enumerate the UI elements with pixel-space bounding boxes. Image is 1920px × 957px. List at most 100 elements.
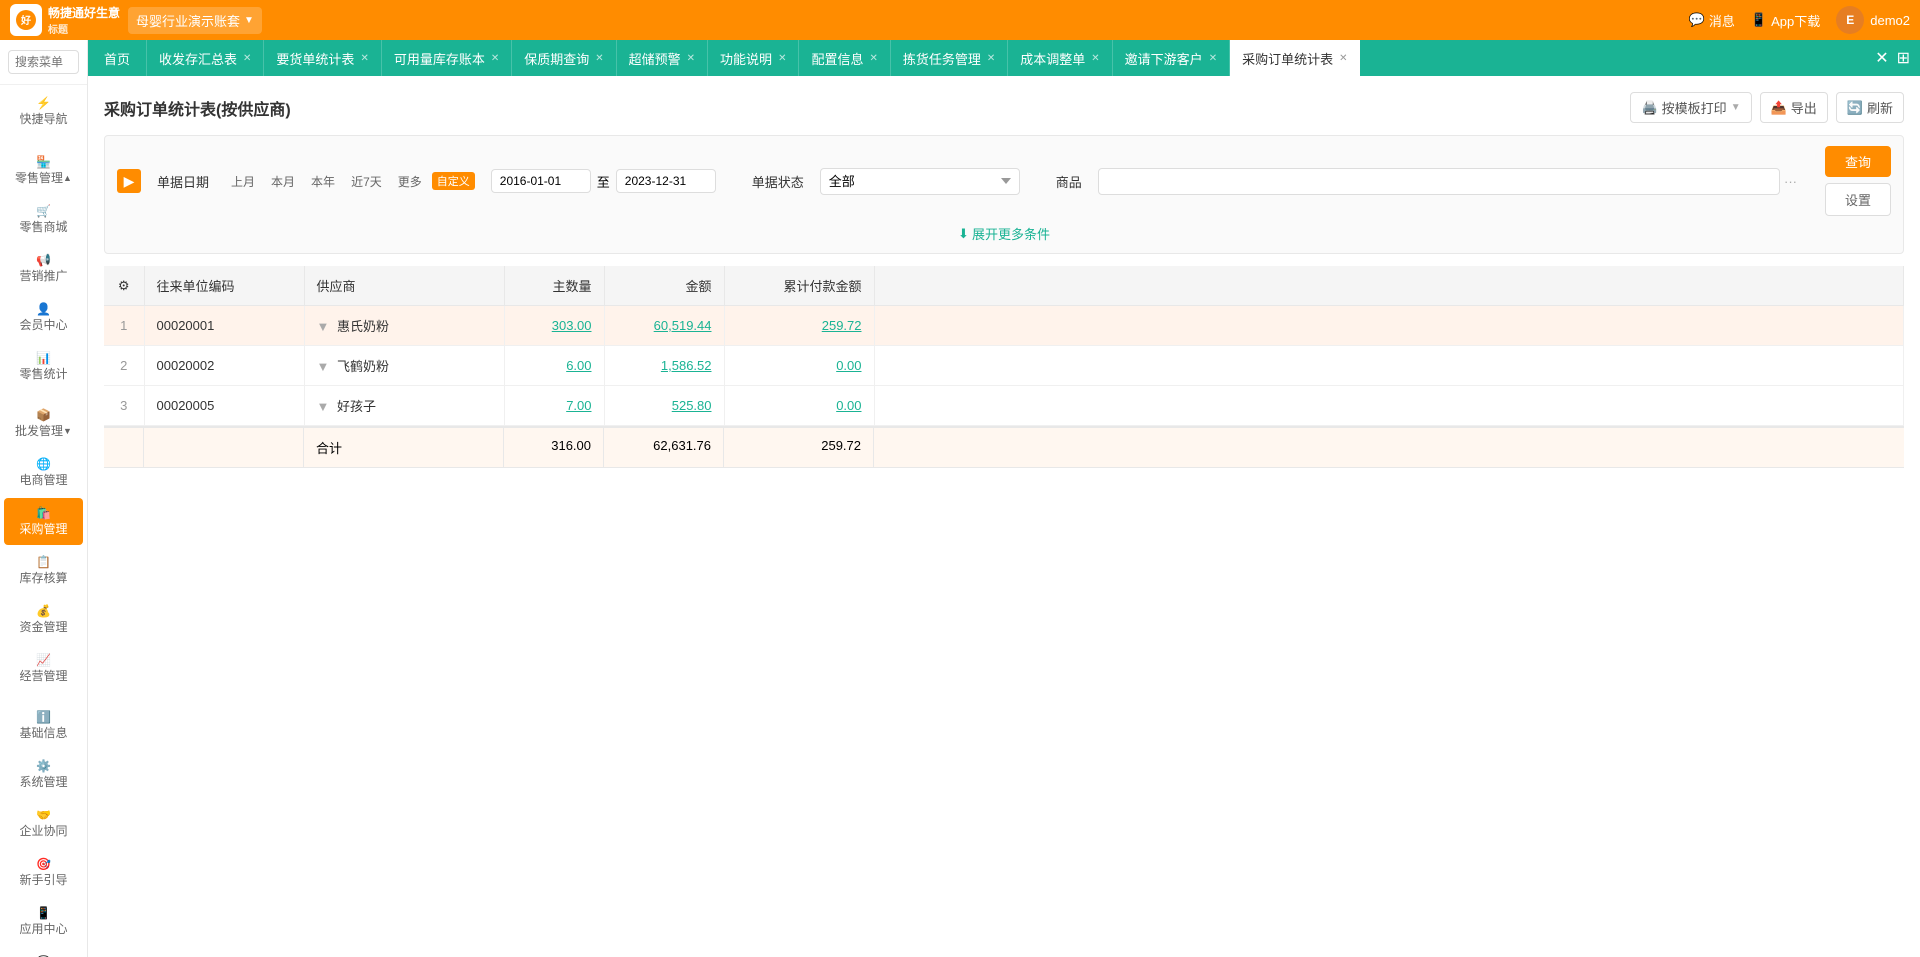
tab-available-close[interactable]: ✕	[491, 53, 499, 64]
tab-function-desc[interactable]: 功能说明 ✕	[708, 40, 799, 76]
workspace-selector[interactable]: 母婴行业演示账套 ▼	[128, 7, 262, 34]
search-input[interactable]	[8, 50, 79, 74]
sidebar-item-app-center[interactable]: 📱 应用中心	[4, 898, 83, 945]
footer-spacer	[874, 428, 1904, 467]
cell-amount-1[interactable]: 1,586.52	[604, 346, 724, 386]
sidebar-item-retail-stats[interactable]: 📊 零售统计	[4, 343, 83, 390]
query-button[interactable]: 查询	[1825, 146, 1891, 177]
app-download-btn[interactable]: 📱 App下载	[1751, 11, 1820, 30]
status-select[interactable]: 全部 待审核 已审核	[820, 168, 1020, 195]
tab-overstock-label: 超储预警	[629, 49, 681, 68]
nav-close-icon[interactable]: ✕	[1875, 48, 1888, 68]
print-button[interactable]: 🖨️ 按模板打印 ▼	[1630, 92, 1751, 123]
cell-qty-2[interactable]: 7.00	[504, 386, 604, 426]
date-from-input[interactable]	[491, 169, 591, 193]
supplier-expand-icon-2[interactable]: ▼	[317, 399, 330, 414]
tab-function-close[interactable]: ✕	[778, 53, 786, 64]
filter-toggle-button[interactable]: ▶	[117, 169, 141, 193]
supplier-expand-icon-1[interactable]: ▼	[317, 359, 330, 374]
shortcut-7days[interactable]: 近7天	[345, 171, 388, 192]
sidebar-item-new-guide[interactable]: 🎯 新手引导	[4, 849, 83, 896]
cell-qty-1[interactable]: 6.00	[504, 346, 604, 386]
cell-idx-0: 1	[104, 306, 144, 346]
tab-receive-close[interactable]: ✕	[243, 53, 251, 64]
export-button[interactable]: 📤 导出	[1760, 92, 1828, 123]
tab-picking-task[interactable]: 拣货任务管理 ✕	[891, 40, 1008, 76]
workspace-dropdown-icon: ▼	[244, 15, 254, 26]
sidebar-item-sys-mgmt[interactable]: ⚙️ 系统管理	[4, 751, 83, 798]
tab-overstock[interactable]: 超储预警 ✕	[617, 40, 708, 76]
sidebar-item-retail-mall[interactable]: 🛒 零售商城	[4, 196, 83, 243]
tab-warranty[interactable]: 保质期查询 ✕	[512, 40, 616, 76]
sidebar-item-enterprise-wechat[interactable]: 💬 企业微信	[4, 947, 83, 957]
filter-row-1: ▶ 单据日期 上月 本月 本年 近7天 更多 自定义	[117, 146, 1891, 216]
sidebar-item-purchase-mgmt[interactable]: 🛍️ 采购管理	[4, 498, 83, 545]
tab-cost-close[interactable]: ✕	[1091, 53, 1099, 64]
sidebar-item-wholesale[interactable]: 📦 批发管理 ▼	[4, 400, 83, 447]
print-icon: 🖨️	[1641, 100, 1657, 116]
cell-paid-2[interactable]: 0.00	[724, 386, 874, 426]
sidebar-item-finance[interactable]: 💰 资金管理	[4, 596, 83, 643]
shortcut-more[interactable]: 更多	[392, 171, 428, 192]
goods-more-btn[interactable]: ···	[1784, 174, 1797, 189]
goods-input[interactable]	[1098, 168, 1780, 195]
cell-qty-0[interactable]: 303.00	[504, 306, 604, 346]
custom-date-badge[interactable]: 自定义	[432, 172, 475, 190]
expand-button[interactable]: ⬇ 展开更多条件	[958, 224, 1050, 243]
shortcut-this-year[interactable]: 本年	[305, 171, 341, 192]
cell-supplier-1: ▼ 飞鹤奶粉	[304, 346, 504, 386]
tab-home[interactable]: 首页	[88, 40, 147, 76]
tab-cost-adjust[interactable]: 成本调整单 ✕	[1008, 40, 1112, 76]
cell-amount-2[interactable]: 525.80	[604, 386, 724, 426]
tab-purchase-close[interactable]: ✕	[1339, 53, 1347, 64]
tab-invite[interactable]: 邀请下游客户 ✕	[1113, 40, 1230, 76]
logo-area: 好 畅捷通好生意 标题	[10, 4, 120, 36]
tab-cost-label: 成本调整单	[1020, 49, 1085, 68]
tab-config-close[interactable]: ✕	[869, 53, 877, 64]
sidebar-item-enterprise-collab[interactable]: 🤝 企业协同	[4, 800, 83, 847]
user-avatar[interactable]: E demo2	[1836, 6, 1910, 34]
shortcut-last-month[interactable]: 上月	[225, 171, 261, 192]
tab-picking-close[interactable]: ✕	[987, 53, 995, 64]
sidebar-item-quick-nav[interactable]: ⚡ 快捷导航	[4, 86, 83, 137]
tab-receive-summary[interactable]: 收发存汇总表 ✕	[147, 40, 264, 76]
workspace-label: 母婴行业演示账套	[136, 11, 240, 30]
cell-paid-0[interactable]: 259.72	[724, 306, 874, 346]
tab-config-info[interactable]: 配置信息 ✕	[799, 40, 890, 76]
cell-code-0: 00020001	[144, 306, 304, 346]
tab-picking-label: 拣货任务管理	[903, 49, 981, 68]
message-btn[interactable]: 💬 消息	[1689, 11, 1735, 30]
sidebar-item-member-center[interactable]: 👤 会员中心	[4, 294, 83, 341]
nav-expand-icon[interactable]: ⊞	[1897, 48, 1910, 68]
shortcut-this-month[interactable]: 本月	[265, 171, 301, 192]
tab-available-inventory[interactable]: 可用量库存账本 ✕	[382, 40, 512, 76]
tab-purchase-summary[interactable]: 采购订单统计表 ✕	[1230, 40, 1360, 76]
date-separator: 至	[597, 172, 610, 191]
sidebar-item-ops[interactable]: 📈 经营管理	[4, 645, 83, 692]
sidebar-item-basic-info[interactable]: ℹ️ 基础信息	[4, 702, 83, 749]
sidebar: ⚡ 快捷导航 🏪 零售管理 ▲ 🛒 零售商城 📢 营销推广 👤 会员中心 📊 零…	[0, 40, 88, 957]
sidebar-item-ecommerce[interactable]: 🌐 电商管理	[4, 449, 83, 496]
ecommerce-icon: 🌐	[8, 457, 79, 471]
supplier-expand-icon-0[interactable]: ▼	[317, 319, 330, 334]
tab-requisition-close[interactable]: ✕	[360, 53, 368, 64]
refresh-button[interactable]: 🔄 刷新	[1836, 92, 1904, 123]
tab-requisition[interactable]: 要货单统计表 ✕	[264, 40, 381, 76]
settings-button[interactable]: 设置	[1825, 183, 1891, 216]
col-header-paid: 累计付款金额	[724, 266, 874, 306]
table-container: ⚙ 往来单位编码 供应商 主数量 金额 累计付款金额	[104, 266, 1904, 941]
sidebar-item-inventory[interactable]: 📋 库存核算	[4, 547, 83, 594]
tab-warranty-close[interactable]: ✕	[595, 53, 603, 64]
cell-amount-0[interactable]: 60,519.44	[604, 306, 724, 346]
nav-tabs-end: ✕ ⊞	[1865, 48, 1920, 68]
status-select-wrapper: 全部 待审核 已审核	[820, 168, 1020, 195]
sidebar-item-marketing[interactable]: 📢 营销推广	[4, 245, 83, 292]
tab-invite-close[interactable]: ✕	[1209, 53, 1217, 64]
cell-paid-1[interactable]: 0.00	[724, 346, 874, 386]
tab-overstock-close[interactable]: ✕	[687, 53, 695, 64]
sidebar-item-retail-mgmt[interactable]: 🏪 零售管理 ▲	[4, 147, 83, 194]
date-to-input[interactable]	[616, 169, 716, 193]
gear-icon[interactable]: ⚙	[118, 278, 130, 293]
footer-amount-cell: 62,631.76	[604, 428, 724, 467]
cell-code-1: 00020002	[144, 346, 304, 386]
